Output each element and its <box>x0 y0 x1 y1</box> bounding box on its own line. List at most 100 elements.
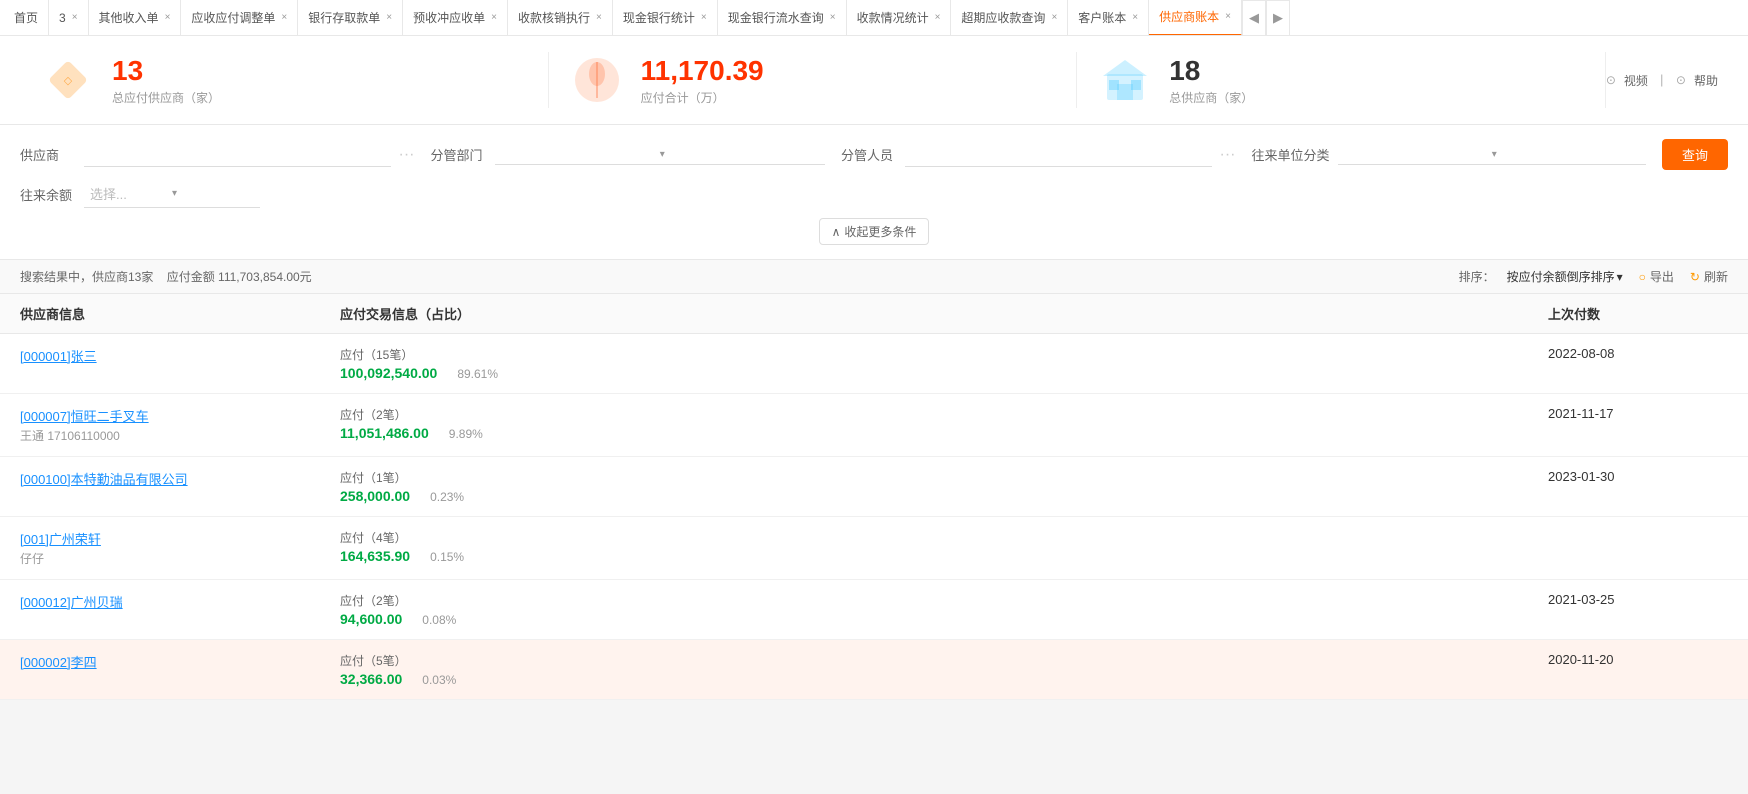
column-lastpay-header: 上次付数 <box>1548 304 1728 323</box>
close-icon[interactable]: × <box>72 12 78 23</box>
sort-value-text: 按应付余额倒序排序 <box>1507 268 1615 285</box>
close-icon[interactable]: × <box>1132 12 1138 23</box>
table-row[interactable]: [000007]恒旺二手叉车 王通 17106110000 应付（2笔） 11,… <box>0 394 1748 457</box>
nav-tab-cash-flow-label: 现金银行流水查询 <box>728 9 824 26</box>
table-row[interactable]: [000002]李四 应付（5笔） 32,366.00 0.03% 2020-1… <box>0 640 1748 700</box>
person-input[interactable] <box>905 143 1212 167</box>
last-pay-date: 2021-03-25 <box>1548 592 1615 607</box>
lastpay-cell: 2022-08-08 <box>1548 346 1728 361</box>
supplier-field: 供应商 ··· <box>20 143 415 167</box>
supplier-dots-icon[interactable]: ··· <box>399 146 415 164</box>
sort-label: 排序： <box>1459 268 1495 285</box>
diamond-icon: ◇ <box>40 52 96 108</box>
close-icon[interactable]: × <box>281 12 287 23</box>
video-link[interactable]: 视频 <box>1624 72 1648 89</box>
nav-tab-home[interactable]: 首页 <box>4 0 49 36</box>
nav-prev-arrow[interactable]: ◀ <box>1242 0 1266 36</box>
close-icon[interactable]: × <box>596 12 602 23</box>
nav-tab-customer-ledger[interactable]: 客户账本 × <box>1068 0 1149 36</box>
supplier-info-cell: [000012]广州贝瑞 <box>20 592 340 611</box>
supplier-name-link[interactable]: [000001]张三 <box>20 346 340 365</box>
circle-icon: ⊙ <box>1606 73 1616 87</box>
transaction-pct: 0.08% <box>422 613 456 627</box>
nav-tab-cash-stat[interactable]: 现金银行统计 × <box>613 0 718 36</box>
export-action[interactable]: ○ 导出 <box>1639 268 1674 285</box>
dept-label: 分管部门 <box>431 145 487 164</box>
supplier-name-link[interactable]: [000012]广州贝瑞 <box>20 592 340 611</box>
supplier-info-cell: [000002]李四 <box>20 652 340 671</box>
dept-select[interactable]: ▾ <box>495 145 826 165</box>
nav-tab-3[interactable]: 3 × <box>49 0 89 36</box>
nav-tab-receipt-exec[interactable]: 收款核销执行 × <box>508 0 613 36</box>
result-actions: 排序： 按应付余额倒序排序 ▾ ○ 导出 ↻ 刷新 <box>1459 268 1728 285</box>
collapse-btn-label: 收起更多条件 <box>844 223 916 240</box>
table-row[interactable]: [000100]本特勤油品有限公司 应付（1笔） 258,000.00 0.23… <box>0 457 1748 517</box>
summary-value-payable-total: 11,170.39 <box>641 54 764 88</box>
transaction-pct: 9.89% <box>449 427 483 441</box>
nav-tab-cash-flow[interactable]: 现金银行流水查询 × <box>718 0 847 36</box>
nav-tab-customer-ledger-label: 客户账本 <box>1078 9 1126 26</box>
transaction-amount: 100,092,540.00 <box>340 365 437 381</box>
close-icon[interactable]: × <box>1225 11 1231 22</box>
close-icon[interactable]: × <box>491 12 497 23</box>
store-icon <box>1097 52 1153 108</box>
search-row-2: 往来余额 选择... ▾ <box>20 180 1728 208</box>
lastpay-cell: 2021-03-25 <box>1548 592 1728 607</box>
category-label: 往来单位分类 <box>1252 145 1330 164</box>
column-transaction-header: 应付交易信息（占比） <box>340 304 1548 323</box>
balance-select[interactable]: 选择... ▾ <box>84 180 260 208</box>
summary-card-total-suppliers: 18 总供应商（家） <box>1077 52 1606 108</box>
transaction-label: 应付（5笔） <box>340 652 1548 669</box>
close-icon[interactable]: × <box>1051 12 1057 23</box>
nav-tab-overdue[interactable]: 超期应收款查询 × <box>951 0 1068 36</box>
result-amount-text: 应付金额 111,703,854.00元 <box>167 270 312 284</box>
supplier-input[interactable] <box>84 143 391 167</box>
summary-card-payable-total: 11,170.39 应付合计（万） <box>549 52 1078 108</box>
nav-tab-home-label: 首页 <box>14 9 38 26</box>
table-row[interactable]: [001]广州荣轩 仔仔 应付（4笔） 164,635.90 0.15% <box>0 517 1748 580</box>
nav-tab-receipt-exec-label: 收款核销执行 <box>518 9 590 26</box>
category-select[interactable]: ▾ <box>1338 145 1646 165</box>
close-icon[interactable]: × <box>830 12 836 23</box>
nav-tab-bank-deposit-label: 银行存取款单 <box>308 9 380 26</box>
summary-label-payable-total: 应付合计（万） <box>641 89 764 106</box>
nav-tab-other-income[interactable]: 其他收入单 × <box>89 0 182 36</box>
nav-tab-bank-deposit[interactable]: 银行存取款单 × <box>298 0 403 36</box>
refresh-action[interactable]: ↻ 刷新 <box>1690 268 1728 285</box>
transaction-cell: 应付（15笔） 100,092,540.00 89.61% <box>340 346 1548 381</box>
query-button[interactable]: 查询 <box>1662 139 1728 170</box>
nav-tab-receipt-stat-label: 收款情况统计 <box>857 9 929 26</box>
close-icon[interactable]: × <box>701 12 707 23</box>
close-icon[interactable]: × <box>935 12 941 23</box>
nav-tab-receipt-stat[interactable]: 收款情况统计 × <box>847 0 952 36</box>
table-row[interactable]: [000001]张三 应付（15笔） 100,092,540.00 89.61%… <box>0 334 1748 394</box>
result-bar: 搜索结果中，供应商13家 应付金额 111,703,854.00元 排序： 按应… <box>0 260 1748 294</box>
summary-text-payable-suppliers: 13 总应付供应商（家） <box>112 54 220 107</box>
person-dots-icon[interactable]: ··· <box>1220 146 1236 164</box>
top-right-links: ⊙ 视频 ｜ ⊙ 帮助 <box>1606 72 1728 89</box>
supplier-name-link[interactable]: [000002]李四 <box>20 652 340 671</box>
transaction-pct: 0.15% <box>430 550 464 564</box>
chevron-down-icon-2: ▾ <box>1492 149 1640 160</box>
supplier-info-cell: [000007]恒旺二手叉车 王通 17106110000 <box>20 406 340 444</box>
close-icon[interactable]: × <box>165 12 171 23</box>
balance-label: 往来余额 <box>20 185 76 204</box>
nav-tab-prepay[interactable]: 预收冲应收单 × <box>403 0 508 36</box>
collapse-button[interactable]: ∧ 收起更多条件 <box>819 218 930 245</box>
close-icon[interactable]: × <box>386 12 392 23</box>
help-link[interactable]: 帮助 <box>1694 72 1718 89</box>
supplier-name-link[interactable]: [001]广州荣轩 <box>20 529 340 548</box>
refresh-circle-icon: ○ <box>1639 270 1646 284</box>
nav-tab-prepay-label: 预收冲应收单 <box>413 9 485 26</box>
sort-value[interactable]: 按应付余额倒序排序 ▾ <box>1507 268 1623 285</box>
category-field: 往来单位分类 ▾ <box>1252 145 1647 165</box>
nav-next-arrow[interactable]: ▶ <box>1266 0 1290 36</box>
supplier-name-link[interactable]: [000100]本特勤油品有限公司 <box>20 469 340 488</box>
nav-tab-adjustment[interactable]: 应收应付调整单 × <box>181 0 298 36</box>
nav-tab-supplier-ledger[interactable]: 供应商账本 × <box>1149 0 1242 36</box>
last-pay-date: 2021-11-17 <box>1548 406 1614 421</box>
supplier-name-link[interactable]: [000007]恒旺二手叉车 <box>20 406 340 425</box>
lastpay-cell: 2020-11-20 <box>1548 652 1728 667</box>
table-row[interactable]: [000012]广州贝瑞 应付（2笔） 94,600.00 0.08% 2021… <box>0 580 1748 640</box>
supplier-label: 供应商 <box>20 145 76 164</box>
